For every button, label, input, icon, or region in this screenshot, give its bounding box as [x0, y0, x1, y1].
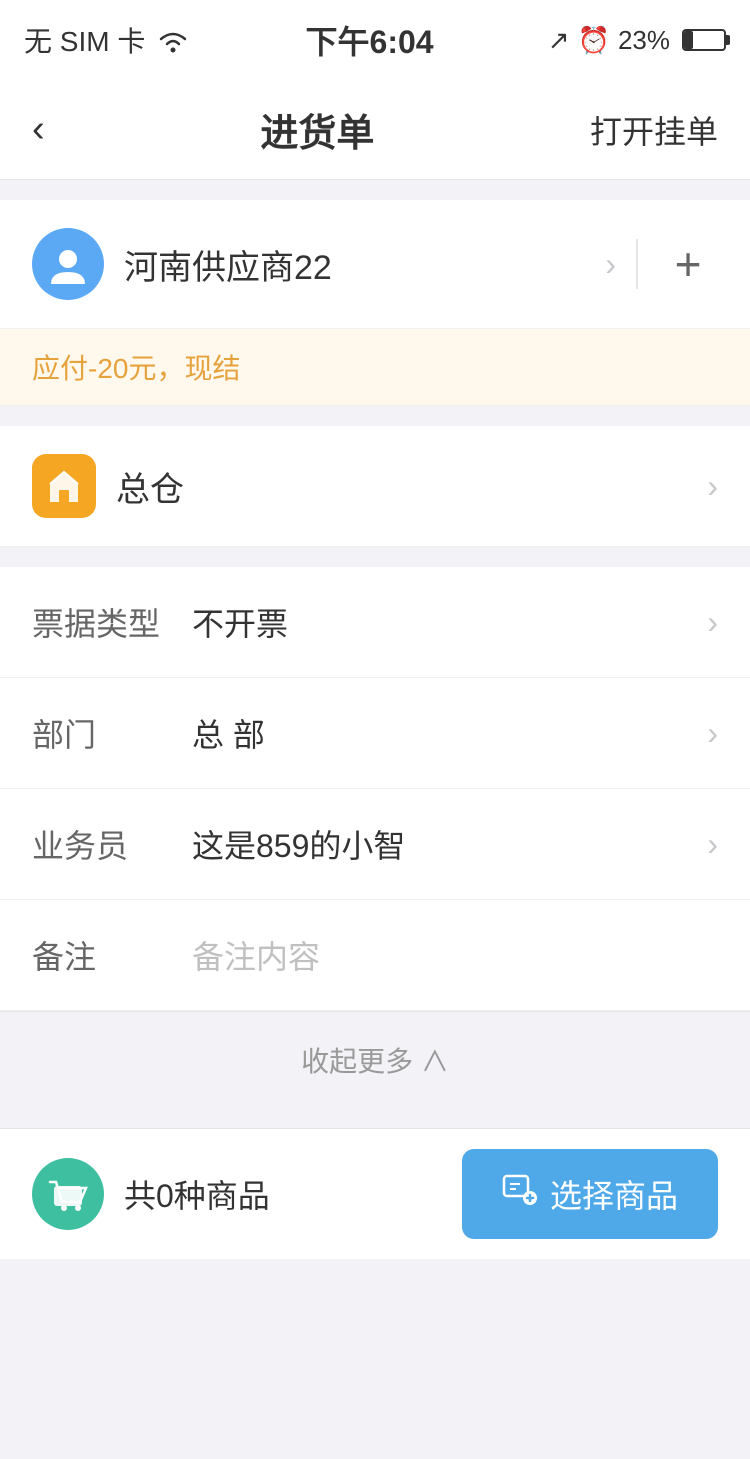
battery-percent: 23%	[618, 25, 670, 56]
warehouse-row[interactable]: 总仓 ›	[0, 426, 750, 547]
form-card: 票据类型 不开票 › 部门 总 部 › 业务员 这是859的小智 › 备注 备注…	[0, 567, 750, 1108]
alarm-icon: ⏰	[578, 25, 610, 56]
warehouse-name: 总仓	[116, 462, 707, 511]
status-left: 无 SIM 卡	[24, 20, 191, 60]
salesperson-row[interactable]: 业务员 这是859的小智 ›	[0, 789, 750, 900]
invoice-type-value: 不开票	[192, 599, 707, 645]
status-time: 下午6:04	[306, 17, 434, 63]
page-title: 进货单	[260, 102, 374, 157]
location-icon: ↗	[548, 25, 570, 56]
supplier-avatar	[32, 228, 104, 300]
warehouse-chevron-icon: ›	[707, 468, 718, 505]
cart-icon	[48, 1174, 88, 1214]
section-gap-2	[0, 406, 750, 426]
department-row[interactable]: 部门 总 部 ›	[0, 678, 750, 789]
remark-input[interactable]: 备注内容	[192, 932, 718, 978]
salesperson-chevron-icon: ›	[707, 826, 718, 863]
salesperson-label: 业务员	[32, 821, 192, 867]
add-supplier-button[interactable]: +	[658, 234, 718, 294]
status-bar: 无 SIM 卡 下午6:04 ↗ ⏰ 23%	[0, 0, 750, 80]
salesperson-value: 这是859的小智	[192, 821, 707, 867]
select-product-button[interactable]: 选择商品	[462, 1149, 718, 1239]
back-button[interactable]: ‹	[32, 108, 45, 151]
status-right: ↗ ⏰ 23%	[548, 25, 726, 56]
product-bar: 共0种商品 选择商品	[0, 1128, 750, 1259]
battery-icon	[682, 29, 726, 51]
nav-bar: ‹ 进货单 打开挂单	[0, 80, 750, 180]
section-gap-1	[0, 180, 750, 200]
select-product-label: 选择商品	[550, 1171, 678, 1217]
section-gap-3	[0, 547, 750, 567]
user-icon	[46, 242, 90, 286]
department-label: 部门	[32, 710, 192, 756]
supplier-name: 河南供应商22	[124, 240, 605, 289]
invoice-type-chevron-icon: ›	[707, 604, 718, 641]
collapse-toggle[interactable]: 收起更多 ∧	[0, 1011, 750, 1108]
divider	[636, 239, 638, 289]
carrier-text: 无 SIM 卡	[24, 20, 145, 60]
department-value: 总 部	[192, 710, 707, 756]
department-chevron-icon: ›	[707, 715, 718, 752]
supplier-row[interactable]: 河南供应商22 › +	[0, 200, 750, 329]
supplier-card: 河南供应商22 › + 应付-20元，现结	[0, 200, 750, 406]
house-icon	[46, 468, 82, 504]
product-icon	[32, 1158, 104, 1230]
notice-bar: 应付-20元，现结	[0, 329, 750, 406]
select-product-icon	[502, 1174, 538, 1214]
open-pending-button[interactable]: 打开挂单	[590, 107, 718, 153]
section-gap-4	[0, 1108, 750, 1128]
wifi-icon	[155, 27, 191, 53]
product-count: 共0种商品	[124, 1171, 462, 1217]
supplier-chevron-icon: ›	[605, 246, 616, 283]
warehouse-icon	[32, 454, 96, 518]
remark-row[interactable]: 备注 备注内容	[0, 900, 750, 1011]
collapse-label: 收起更多 ∧	[301, 1040, 449, 1080]
invoice-type-row[interactable]: 票据类型 不开票 ›	[0, 567, 750, 678]
notice-text: 应付-20元，现结	[32, 353, 240, 384]
remark-label: 备注	[32, 932, 192, 978]
invoice-type-label: 票据类型	[32, 599, 192, 645]
page-background	[0, 1259, 750, 1459]
